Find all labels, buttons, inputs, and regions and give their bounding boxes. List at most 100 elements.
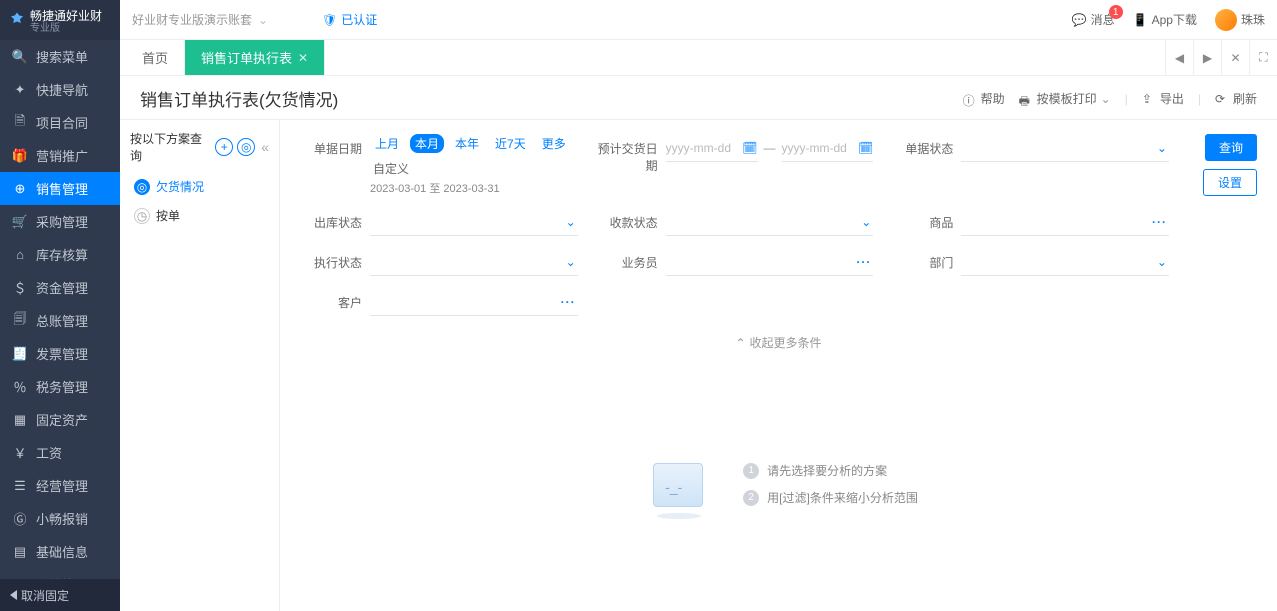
sidebar-item-fixed-assets[interactable]: ▦固定资产 (0, 403, 120, 436)
caret-up-icon: ⌃ (735, 336, 745, 350)
sidebar-item-ledger[interactable]: 🗐总账管理 (0, 304, 120, 337)
fullscreen-button[interactable]: ⛶ (1249, 40, 1277, 76)
tabs-prev-button[interactable]: ◀ (1165, 40, 1193, 76)
sidebar-unpin[interactable]: 取消固定 (0, 579, 120, 611)
receipt-status-select[interactable]: ⌄ (666, 208, 874, 236)
ellipsis-icon: ··· (856, 255, 871, 269)
topbar-actions: 💬 消息 1 📱 App下载 珠珠 (1072, 9, 1265, 31)
field-product: 商品 ··· (891, 208, 1169, 236)
query-button[interactable]: 查询 (1205, 134, 1257, 161)
calendar-icon: 🗓 (742, 141, 757, 155)
tabs-next-button[interactable]: ▶ (1193, 40, 1221, 76)
topbar: 好业财专业版演示账套 ⌄ 🛡 已认证 💬 消息 1 📱 App下载 (120, 0, 1277, 40)
sidebar-item-sales-mgmt[interactable]: ⊕销售管理 (0, 172, 120, 205)
pill-this-year[interactable]: 本年 (450, 134, 484, 153)
empty-step-2: 2用[过滤]条件来缩小分析范围 (743, 489, 918, 506)
assets-icon: ▦ (12, 412, 28, 428)
chevron-down-icon: ⌄ (566, 255, 576, 269)
bill-status-select[interactable]: ⌄ (961, 134, 1169, 162)
brand-edition: 专业版 (30, 24, 102, 34)
avatar (1215, 9, 1237, 31)
pill-this-month[interactable]: 本月 (410, 134, 444, 153)
sidebar-item-invoice[interactable]: 🧾发票管理 (0, 337, 120, 370)
ledger-icon: 🗐 (12, 313, 28, 329)
settings-button[interactable]: 设置 (1203, 169, 1257, 196)
sidebar-item-inventory[interactable]: ⌂库存核算 (0, 238, 120, 271)
cart-icon: 🛒 (12, 214, 28, 230)
sales-icon: ⊕ (12, 181, 28, 197)
pill-custom[interactable]: 自定义 (370, 159, 412, 178)
message-icon: 💬 (1072, 13, 1087, 27)
date-range-text: 2023-03-01 至 2023-03-31 (370, 180, 578, 196)
pill-more[interactable]: 更多 (537, 134, 571, 153)
sidebar-item-search-menu[interactable]: 🔍搜索菜单 (0, 40, 120, 73)
template-print-button[interactable]: 🖶按模板打印⌄ (1019, 90, 1111, 107)
product-picker[interactable]: ··· (961, 208, 1169, 236)
clock-icon: ◷ (134, 208, 150, 224)
delivery-start-input[interactable]: yyyy-mm-dd🗓 (666, 134, 758, 162)
field-department: 部门 ⌄ (891, 248, 1169, 276)
gift-icon: 🎁 (12, 148, 28, 164)
sidebar-item-tax[interactable]: ％税务管理 (0, 370, 120, 403)
field-salesman: 业务员 ··· (596, 248, 874, 276)
panel-collapse-button[interactable]: « (261, 139, 269, 155)
form-area: 单据日期 上月 本月 本年 近7天 更多 自定义 2023-03-01 至 20… (280, 120, 1277, 611)
field-outbound-status: 出库状态 ⌄ (300, 208, 578, 236)
sidebar-item-fund-mgmt[interactable]: ＄资金管理 (0, 271, 120, 304)
sidebar-item-marketing[interactable]: 🎁营销推广 (0, 139, 120, 172)
tab-home[interactable]: 首页 (126, 40, 185, 75)
scheme-settings-button[interactable]: ◎ (237, 138, 255, 156)
add-scheme-button[interactable]: + (215, 138, 233, 156)
exec-status-select[interactable]: ⌄ (370, 248, 578, 276)
pill-recent7[interactable]: 近7天 (490, 134, 531, 153)
user-menu[interactable]: 珠珠 (1215, 9, 1265, 31)
button-column: 查询 设置 (1187, 134, 1257, 196)
pill-last-month[interactable]: 上月 (370, 134, 404, 153)
messages-button[interactable]: 💬 消息 1 (1072, 11, 1115, 28)
scheme-item-by-bill[interactable]: ◷ 按单 (130, 201, 269, 230)
tab-active[interactable]: 销售订单执行表 ✕ (185, 40, 325, 75)
export-icon: ⇪ (1142, 92, 1156, 106)
department-select[interactable]: ⌄ (961, 248, 1169, 276)
invoice-icon: 🧾 (12, 346, 28, 362)
sidebar-nav: 🔍搜索菜单 ✦快捷导航 🗎项目合同 🎁营销推广 ⊕销售管理 🛒采购管理 ⌂库存核… (0, 40, 120, 579)
sidebar-item-quick-nav[interactable]: ✦快捷导航 (0, 73, 120, 106)
refresh-button[interactable]: ⟳刷新 (1215, 90, 1257, 107)
collapse-filters-button[interactable]: ⌃ 收起更多条件 (735, 334, 821, 351)
help-button[interactable]: ⓘ帮助 (963, 90, 1005, 107)
sidebar-item-purchase-mgmt[interactable]: 🛒采购管理 (0, 205, 120, 238)
tabs-close-button[interactable]: ✕ (1221, 40, 1249, 76)
sidebar-item-salary[interactable]: ￥工资 (0, 436, 120, 469)
header-actions: ⓘ帮助 🖶按模板打印⌄ | ⇪导出 | ⟳刷新 (963, 90, 1257, 107)
sidebar-item-basic-info[interactable]: ▤基础信息 (0, 535, 120, 568)
sidebar-item-system[interactable]: ⚙系统管理 (0, 568, 120, 579)
account-select[interactable]: 好业财专业版演示账套 ⌄ (132, 11, 312, 28)
chevron-down-icon: ⌄ (861, 215, 871, 229)
sidebar-item-reimburse[interactable]: Ⓖ小畅报销 (0, 502, 120, 535)
warehouse-icon: ⌂ (12, 247, 28, 263)
sidebar-item-business-mgmt[interactable]: ☰经营管理 (0, 469, 120, 502)
salary-icon: ￥ (12, 445, 28, 461)
manage-icon: ☰ (12, 478, 28, 494)
filter-panel-title: 按以下方案查询 (130, 130, 211, 164)
chevron-down-icon: ⌄ (566, 215, 576, 229)
scheme-item-owed[interactable]: ◎ 欠货情况 (130, 172, 269, 201)
ellipsis-icon: ··· (561, 295, 576, 309)
money-icon: ＄ (12, 280, 28, 296)
tabs-row: 首页 销售订单执行表 ✕ ◀ ▶ ✕ ⛶ (120, 40, 1277, 76)
brand-name: 畅捷通好业财 (30, 7, 102, 24)
verified-badge: 🛡 已认证 (322, 11, 377, 28)
field-receipt-status: 收款状态 ⌄ (596, 208, 874, 236)
brand-logo: 畅捷通好业财 专业版 (0, 0, 120, 40)
customer-picker[interactable]: ··· (370, 288, 578, 316)
export-button[interactable]: ⇪导出 (1142, 90, 1184, 107)
outbound-status-select[interactable]: ⌄ (370, 208, 578, 236)
salesman-picker[interactable]: ··· (666, 248, 874, 276)
sidebar: 畅捷通好业财 专业版 🔍搜索菜单 ✦快捷导航 🗎项目合同 🎁营销推广 ⊕销售管理… (0, 0, 120, 611)
delivery-end-input[interactable]: yyyy-mm-dd🗓 (782, 134, 874, 162)
sidebar-item-project-contract[interactable]: 🗎项目合同 (0, 106, 120, 139)
app-download-button[interactable]: 📱 App下载 (1133, 11, 1197, 28)
chevron-down-icon: ⌄ (1157, 255, 1167, 269)
search-icon: 🔍 (12, 49, 28, 65)
close-icon[interactable]: ✕ (298, 51, 308, 65)
